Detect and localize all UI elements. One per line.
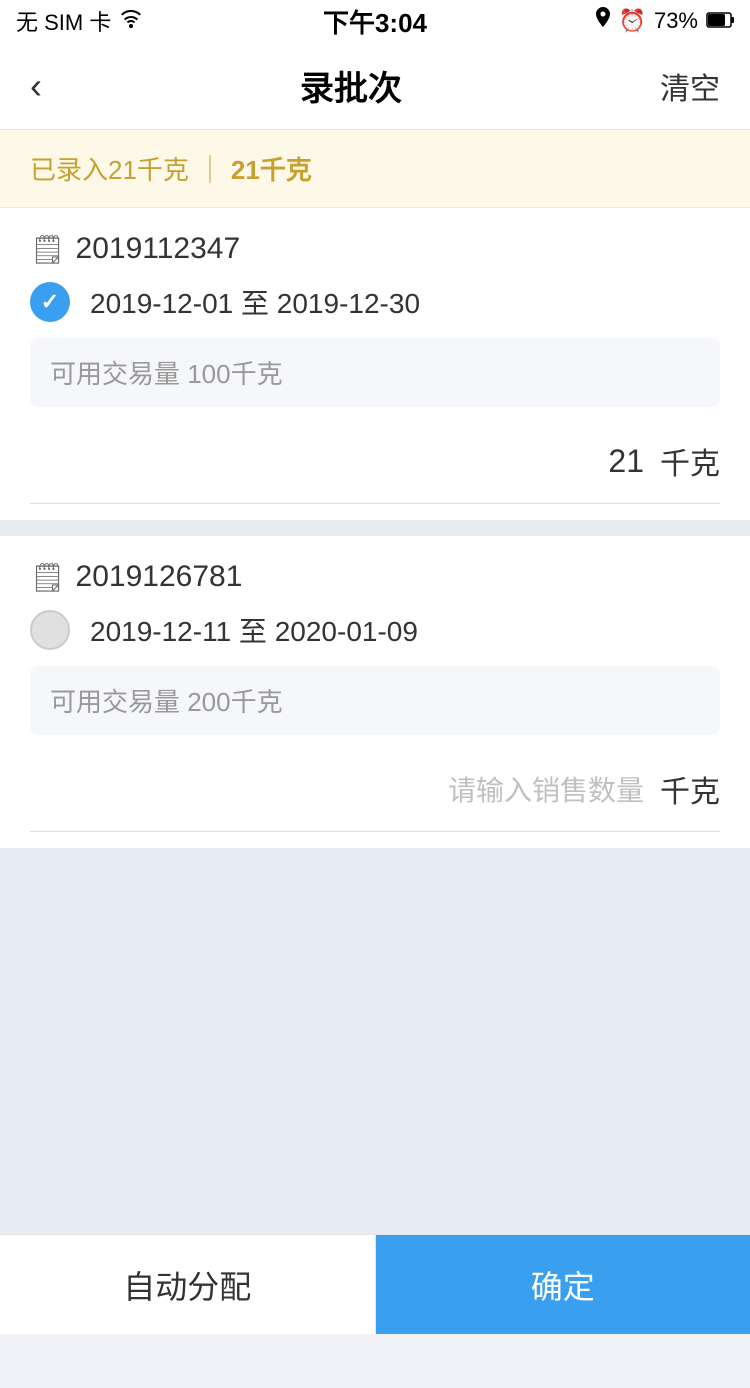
section-separator [0, 520, 750, 536]
batch-2-row[interactable]: 2019-12-11 至 2020-01-09 [0, 602, 750, 658]
clear-button[interactable]: 清空 [660, 64, 720, 108]
status-bar-right: ⏰ 73% [595, 7, 734, 35]
batch-1-row[interactable]: ✓ 2019-12-01 至 2019-12-30 [0, 274, 750, 330]
batch-2-available: 可用交易量 200千克 [30, 666, 720, 735]
wifi-icon [119, 8, 143, 34]
batch-1-available: 可用交易量 100千克 [30, 338, 720, 407]
batch-2-unit: 千克 [660, 767, 720, 811]
page-title: 录批次 [300, 61, 402, 110]
batch-1-unit: 千克 [660, 439, 720, 483]
content-area: 🗒 2019112347 ✓ 2019-12-01 至 2019-12-30 可… [0, 208, 750, 1388]
nav-bar: ‹ 录批次 清空 [0, 42, 750, 130]
status-bar-left: 无 SIM 卡 [16, 5, 143, 37]
batch-1-header: 🗒 2019112347 [0, 208, 750, 274]
info-value: 21千克 [231, 150, 312, 187]
batch-card-1: 🗒 2019112347 ✓ 2019-12-01 至 2019-12-30 可… [0, 208, 750, 520]
batch-2-icon: 🗒 [30, 561, 66, 594]
batch-1-quantity: 21 [608, 443, 644, 480]
alarm-icon: ⏰ [619, 8, 646, 34]
batch-2-radio[interactable] [30, 610, 70, 650]
info-divider [209, 155, 211, 183]
status-bar: 无 SIM 卡 下午3:04 ⏰ 73% [0, 0, 750, 42]
batch-1-spacer [0, 504, 750, 520]
batch-2-spacer [0, 832, 750, 848]
batch-1-icon: 🗒 [30, 233, 66, 266]
batch-1-input-row: 21 千克 [0, 423, 750, 503]
footer: 自动分配 确定 [0, 1234, 750, 1334]
batch-card-2: 🗒 2019126781 2019-12-11 至 2020-01-09 可用交… [0, 536, 750, 848]
auto-distribute-button[interactable]: 自动分配 [0, 1235, 376, 1334]
info-label: 已录入21千克 [30, 150, 189, 187]
bottom-empty-area [0, 848, 750, 1288]
batch-2-date: 2019-12-11 至 2020-01-09 [90, 610, 418, 650]
sim-text: 无 SIM 卡 [16, 5, 111, 37]
back-button[interactable]: ‹ [30, 65, 42, 107]
batch-1-id: 2019112347 [76, 232, 241, 266]
confirm-button[interactable]: 确定 [376, 1235, 750, 1334]
batch-1-radio[interactable]: ✓ [30, 282, 70, 322]
status-bar-time: 下午3:04 [323, 3, 427, 40]
info-banner: 已录入21千克 21千克 [0, 130, 750, 208]
batch-2-id: 2019126781 [76, 560, 243, 594]
batch-2-header: 🗒 2019126781 [0, 536, 750, 602]
location-icon [595, 7, 611, 35]
battery-icon [706, 8, 734, 34]
batch-2-input-row: 千克 [0, 751, 750, 831]
batch-2-quantity-input[interactable] [444, 771, 644, 808]
batch-1-date: 2019-12-01 至 2019-12-30 [90, 282, 420, 322]
check-icon: ✓ [41, 289, 59, 315]
battery-percent: 73% [654, 8, 698, 34]
